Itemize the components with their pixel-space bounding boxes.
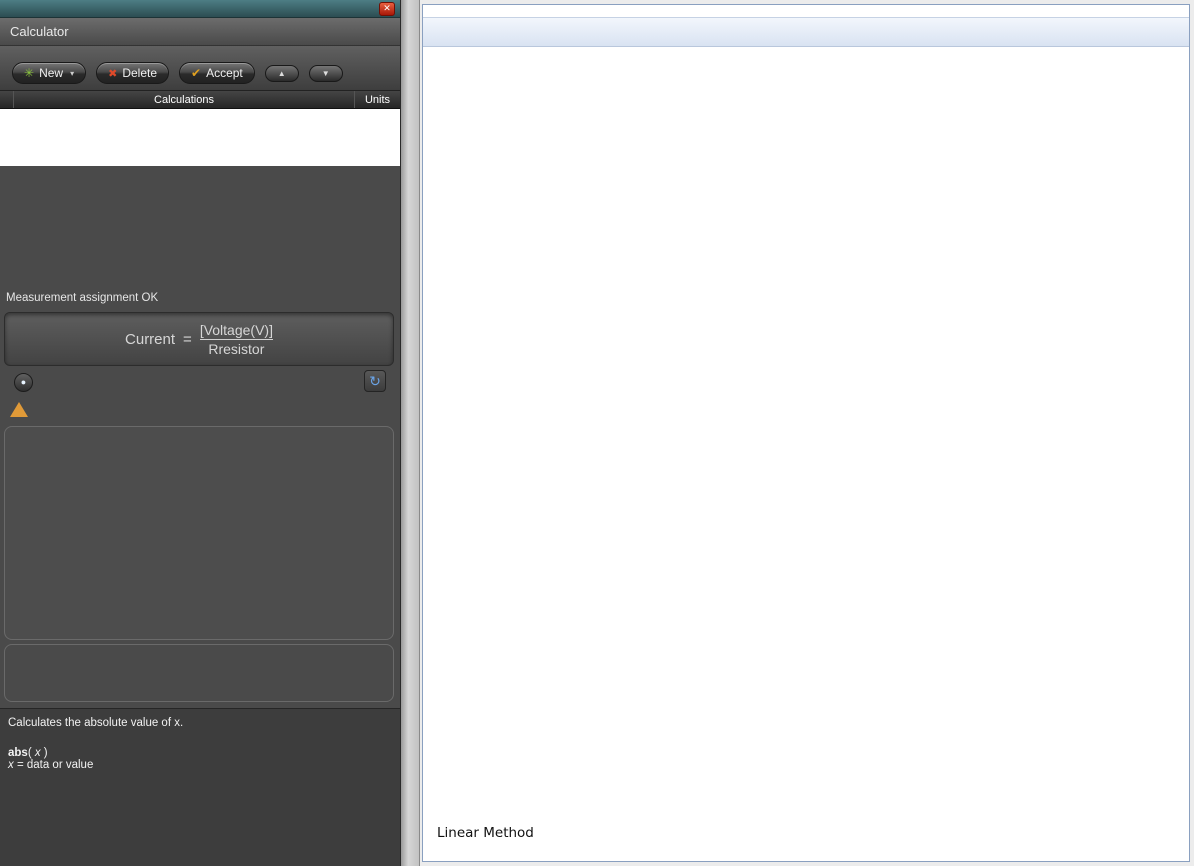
water-drop-icon[interactable]: ● (14, 372, 33, 392)
formula-equals: = (183, 330, 192, 348)
window-titlebar[interactable]: ✕ (0, 0, 400, 18)
formula-preview: Current = [Voltage(V)] Rresistor (4, 312, 394, 366)
charts-svg[interactable] (463, 49, 1187, 811)
new-button[interactable]: ✳ New ▾ (12, 62, 87, 84)
calculator-panel: ✕ Calculator ✳ New ▾ ✖ Delete ✔ Accept ▲… (0, 0, 400, 866)
calculations-header: Calculations (154, 94, 214, 106)
recalculate-icon[interactable]: ↻ (364, 370, 386, 392)
delete-button[interactable]: ✖ Delete (96, 62, 169, 84)
help-description: Calculates the absolute value of x. (8, 717, 184, 729)
panel-title: Calculator (0, 18, 400, 46)
graph-toolbar (423, 17, 1189, 47)
table-header: Calculations Units (0, 91, 400, 109)
delete-icon: ✖ (108, 67, 118, 80)
calculations-table: Calculations Units (0, 90, 400, 166)
table-empty-area (0, 109, 400, 166)
keypad (4, 426, 394, 640)
units-header: Units (354, 91, 400, 108)
delete-label: Delete (122, 66, 157, 80)
move-down-button[interactable]: ▼ (308, 64, 343, 82)
formula-lhs: Current (125, 330, 176, 348)
workspace-area: Linear Method (420, 0, 1194, 866)
help-signature: abs( x ) (8, 747, 48, 759)
close-icon[interactable]: ✕ (379, 2, 395, 16)
row-number-header (0, 91, 14, 108)
panel-splitter[interactable] (400, 0, 420, 866)
formula-numerator: [Voltage(V)] (199, 321, 273, 338)
formula-denominator: Rresistor (208, 340, 265, 357)
accept-label: Accept (206, 66, 243, 80)
format-row (10, 398, 35, 420)
page-footer-label: Linear Method (437, 825, 534, 841)
angle-mode-row: ● ↻ (8, 370, 392, 392)
chevron-down-icon: ▾ (70, 68, 75, 78)
help-note: x = data or value (8, 759, 94, 771)
operator-box (4, 644, 394, 702)
check-icon: ✔ (191, 66, 202, 80)
new-icon: ✳ (24, 66, 35, 80)
calculator-toolbar: ✳ New ▾ ✖ Delete ✔ Accept ▲ ▼ (0, 46, 400, 90)
fraction-bar (199, 338, 273, 340)
formula-fraction: [Voltage(V)] Rresistor (199, 321, 273, 357)
graph-page: Linear Method (422, 4, 1190, 862)
new-label: New (39, 66, 64, 80)
move-up-button[interactable]: ▲ (264, 64, 299, 82)
calculator-logo-icon (10, 401, 28, 417)
help-panel: Calculates the absolute value of x. abs(… (0, 708, 400, 866)
accept-button[interactable]: ✔ Accept (179, 62, 255, 84)
status-text: Measurement assignment OK (6, 292, 159, 304)
